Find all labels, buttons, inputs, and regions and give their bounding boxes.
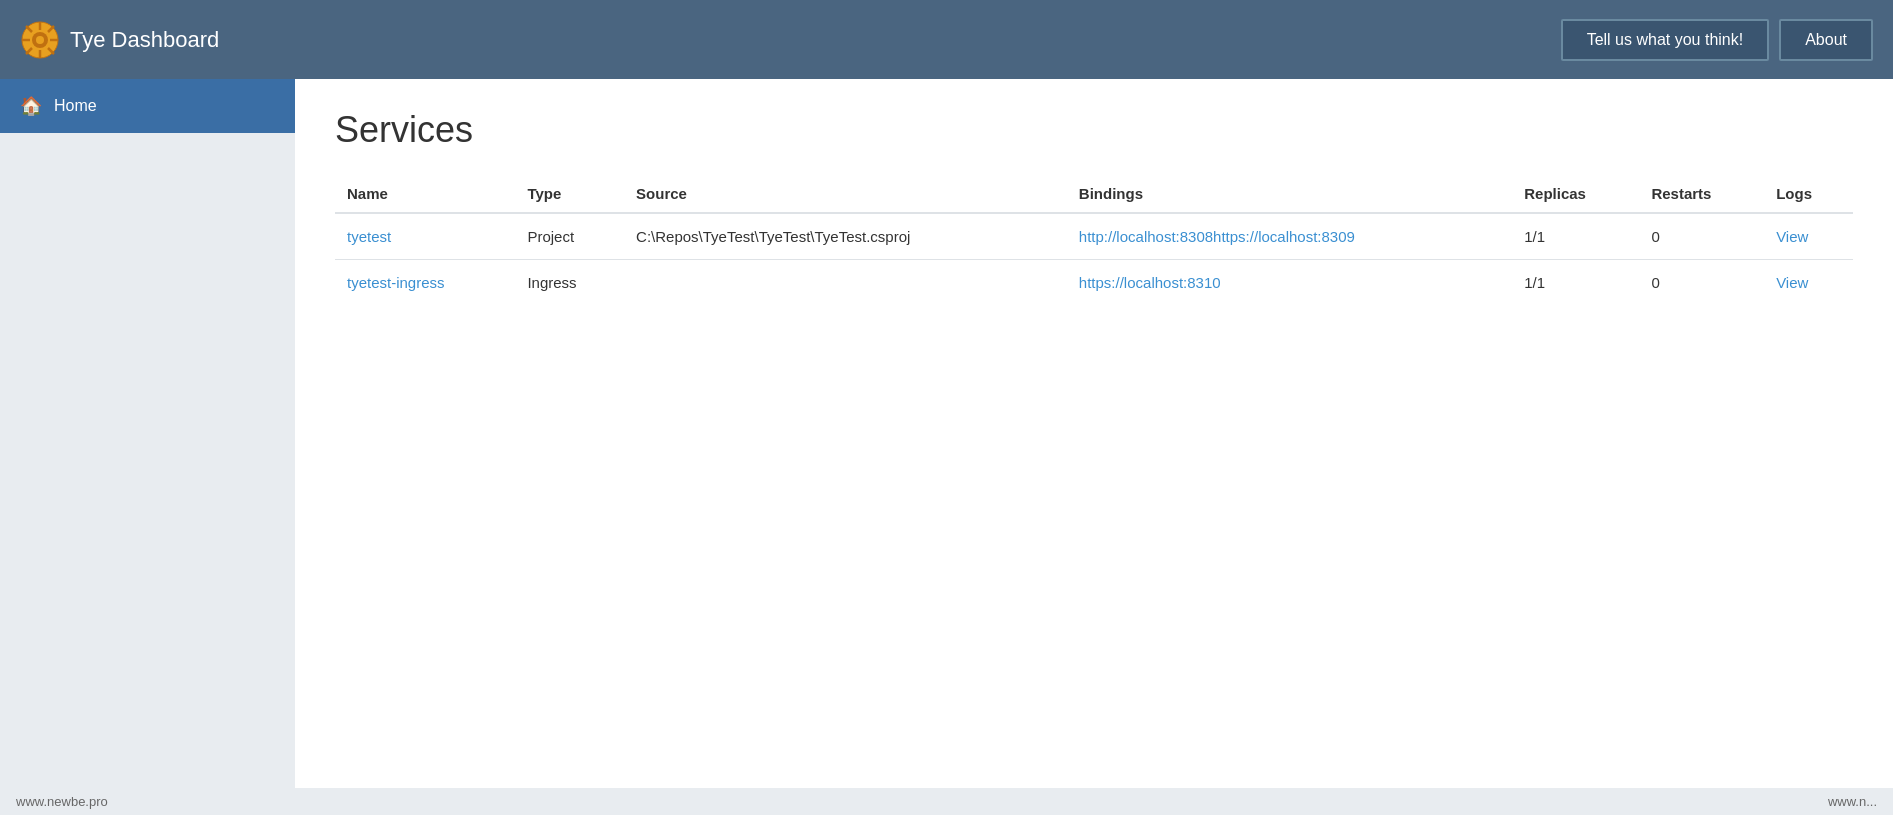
tye-logo-icon bbox=[20, 20, 60, 60]
main-content: Services Name Type Source Bindings Repli… bbox=[295, 79, 1893, 815]
service-restarts: 0 bbox=[1639, 213, 1764, 260]
table-row: tyetest ProjectC:\Repos\TyeTest\TyeTest\T… bbox=[335, 213, 1853, 260]
service-name-link[interactable]: tyetest bbox=[347, 228, 391, 245]
page-title: Services bbox=[335, 109, 1853, 151]
feedback-button[interactable]: Tell us what you think! bbox=[1561, 19, 1770, 61]
sidebar: 🏠 Home bbox=[0, 79, 295, 815]
sidebar-item-label: Home bbox=[54, 97, 97, 115]
service-name-link[interactable]: tyetest-ingress bbox=[347, 274, 445, 291]
footer-right: www.n... bbox=[1828, 794, 1877, 809]
service-restarts: 0 bbox=[1639, 260, 1764, 306]
about-button[interactable]: About bbox=[1779, 19, 1873, 61]
col-source: Source bbox=[624, 175, 1067, 213]
service-type: Ingress bbox=[515, 260, 624, 306]
service-type: Project bbox=[515, 213, 624, 260]
service-logs-link[interactable]: View bbox=[1776, 228, 1808, 245]
services-table: Name Type Source Bindings Replicas Resta… bbox=[335, 175, 1853, 305]
service-replicas: 1/1 bbox=[1512, 260, 1639, 306]
header-right: Tell us what you think! About bbox=[1561, 19, 1873, 61]
col-bindings: Bindings bbox=[1067, 175, 1512, 213]
service-replicas: 1/1 bbox=[1512, 213, 1639, 260]
service-logs-link[interactable]: View bbox=[1776, 274, 1808, 291]
service-binding-link[interactable]: http://localhost:8308https://localhost:8… bbox=[1079, 228, 1355, 245]
table-body: tyetest ProjectC:\Repos\TyeTest\TyeTest\T… bbox=[335, 213, 1853, 305]
col-replicas: Replicas bbox=[1512, 175, 1639, 213]
service-source bbox=[624, 260, 1067, 306]
service-source: C:\Repos\TyeTest\TyeTest\TyeTest.csproj bbox=[624, 213, 1067, 260]
svg-point-2 bbox=[36, 36, 44, 44]
footer-left: www.newbe.pro bbox=[16, 794, 108, 809]
home-icon: 🏠 bbox=[20, 95, 42, 117]
header: Tye Dashboard Tell us what you think! Ab… bbox=[0, 0, 1893, 79]
footer: www.newbe.pro www.n... bbox=[0, 788, 1893, 815]
sidebar-item-home[interactable]: 🏠 Home bbox=[0, 79, 295, 133]
table-row: tyetest-ingress Ingress https://localhost:… bbox=[335, 260, 1853, 306]
col-type: Type bbox=[515, 175, 624, 213]
app-title: Tye Dashboard bbox=[70, 27, 219, 53]
table-header-row: Name Type Source Bindings Replicas Resta… bbox=[335, 175, 1853, 213]
header-left: Tye Dashboard bbox=[20, 20, 219, 60]
col-restarts: Restarts bbox=[1639, 175, 1764, 213]
service-binding-link[interactable]: https://localhost:8310 bbox=[1079, 274, 1221, 291]
col-name: Name bbox=[335, 175, 515, 213]
table-header: Name Type Source Bindings Replicas Resta… bbox=[335, 175, 1853, 213]
layout: 🏠 Home Services Name Type Source Binding… bbox=[0, 79, 1893, 815]
col-logs: Logs bbox=[1764, 175, 1853, 213]
